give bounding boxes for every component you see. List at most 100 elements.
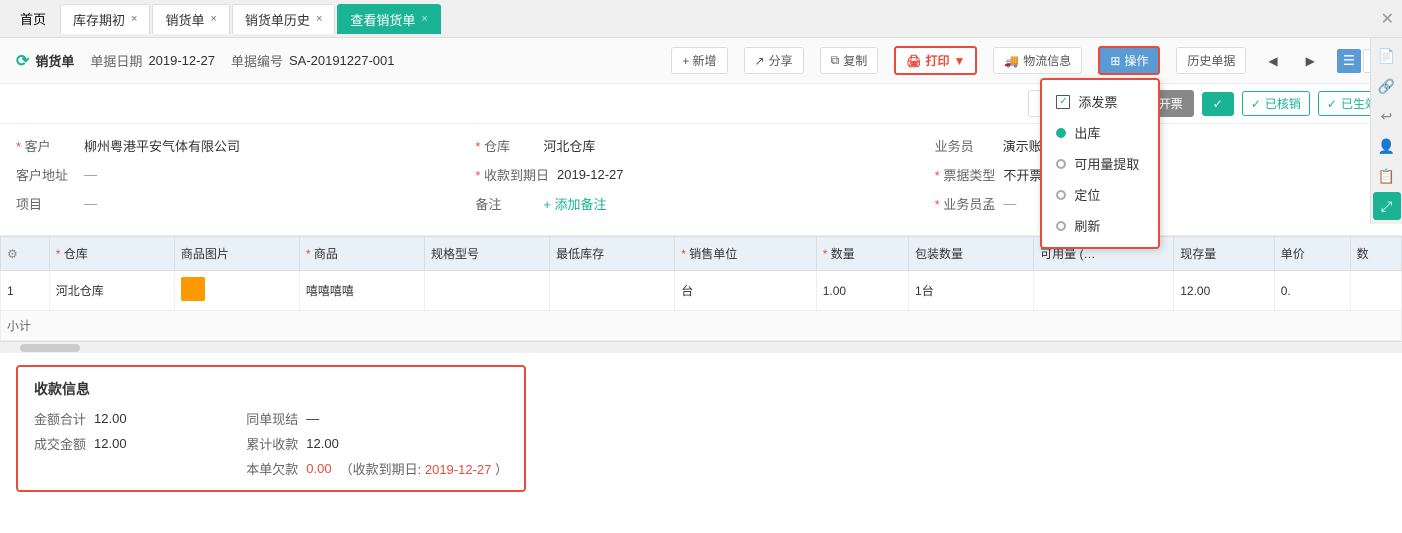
copy-button[interactable]: ⧉ 复制 bbox=[820, 47, 879, 74]
logistics-icon: 🚚 bbox=[1004, 54, 1019, 68]
cumulative-row: 累计收款 12.00 bbox=[246, 434, 508, 453]
radio-icon-selected bbox=[1056, 128, 1066, 138]
cumulative-label: 累计收款 bbox=[246, 434, 298, 453]
form-row-1: 客户 柳州粤港平安气体有限公司 仓库 河北仓库 业务员 演示账号 bbox=[16, 136, 1386, 155]
menu-item-locate[interactable]: 定位 bbox=[1042, 179, 1158, 210]
menu-item-available-qty[interactable]: 可用量提取 bbox=[1042, 148, 1158, 179]
cell-spec bbox=[425, 271, 550, 311]
product-image bbox=[181, 277, 205, 301]
col-qty: 数量 bbox=[816, 237, 908, 271]
customer-field: 客户 柳州粤港平安气体有限公司 bbox=[16, 136, 467, 155]
menu-item-refresh[interactable]: 刷新 bbox=[1042, 210, 1158, 241]
cell-unit: 台 bbox=[675, 271, 817, 311]
prev-button[interactable]: ◀ bbox=[1262, 50, 1283, 72]
payment-grid: 金额合计 12.00 同单现结 — 成交金额 12.00 累计收款 12.00 … bbox=[34, 409, 508, 478]
transaction-label: 成交金额 bbox=[34, 434, 86, 453]
owed-label: 本单欠款 bbox=[246, 459, 298, 478]
logistics-button[interactable]: 🚚 物流信息 bbox=[993, 47, 1082, 74]
ticket-field: 票据类型 不开票 bbox=[935, 165, 1386, 184]
close-icon[interactable]: × bbox=[210, 13, 216, 25]
form-section: 客户 柳州粤港平安气体有限公司 仓库 河北仓库 业务员 演示账号 客户地址 — … bbox=[0, 124, 1402, 235]
close-icon[interactable]: × bbox=[421, 13, 427, 25]
col-pkg-qty: 包装数量 bbox=[909, 237, 1034, 271]
cell-warehouse: 河北仓库 bbox=[49, 271, 174, 311]
total-label: 金额合计 bbox=[34, 409, 86, 428]
operations-menu: ✓ 添发票 出库 可用量提取 定位 刷新 bbox=[1040, 78, 1160, 249]
list-view-button[interactable]: ☰ bbox=[1337, 49, 1361, 73]
payment-title: 收款信息 bbox=[34, 379, 508, 399]
window-close-icon[interactable]: ✕ bbox=[1381, 9, 1394, 29]
check-button[interactable]: ✓ bbox=[1202, 92, 1234, 116]
document-title: ⟳ 销货单 bbox=[16, 51, 74, 71]
new-button[interactable]: + 新增 bbox=[671, 47, 727, 74]
close-icon[interactable]: × bbox=[316, 13, 322, 25]
radio-icon bbox=[1056, 221, 1066, 231]
sidebar-expand-icon[interactable]: ⤢ bbox=[1373, 192, 1401, 220]
staff-field: 业务员 演示账号 bbox=[935, 136, 1386, 155]
tab-home[interactable]: 首页 bbox=[8, 4, 58, 34]
same-order-value: — bbox=[306, 411, 319, 426]
cell-stock: 12.00 bbox=[1174, 271, 1274, 311]
owed-date: 2019-12-27 bbox=[425, 462, 492, 477]
cell-amount bbox=[1350, 271, 1401, 311]
payment-section: 收款信息 金额合计 12.00 同单现结 — 成交金额 12.00 累计收款 1… bbox=[16, 365, 526, 492]
tab-sales-order[interactable]: 销货单 × bbox=[152, 4, 229, 34]
history-button[interactable]: 历史单据 bbox=[1176, 47, 1246, 74]
radio-icon bbox=[1056, 159, 1066, 169]
tab-inventory[interactable]: 库存期初 × bbox=[60, 4, 150, 34]
gear-icon: ⚙ bbox=[7, 247, 18, 261]
col-gear: ⚙ bbox=[1, 237, 50, 271]
cell-image bbox=[174, 271, 299, 311]
warehouse-field: 仓库 河北仓库 bbox=[475, 136, 926, 155]
check-circle-icon: ✓ bbox=[1251, 97, 1261, 111]
cell-available bbox=[1034, 271, 1174, 311]
main-content: ⟳ 销货单 单据日期 2019-12-27 单据编号 SA-20191227-0… bbox=[0, 38, 1402, 533]
sidebar-list-icon[interactable]: 📋 bbox=[1373, 162, 1401, 190]
table-row: 1 河北仓库 嘻嘻嘻嘻 台 1.00 1台 12.00 0. bbox=[1, 271, 1402, 311]
document-header: ⟳ 销货单 单据日期 2019-12-27 单据编号 SA-20191227-0… bbox=[0, 38, 1402, 84]
col-product: 商品 bbox=[299, 237, 424, 271]
next-button[interactable]: ▶ bbox=[1300, 50, 1321, 72]
sidebar-user-icon[interactable]: 👤 bbox=[1373, 132, 1401, 160]
cell-index: 1 bbox=[1, 271, 50, 311]
form-row-3: 项目 — 备注 + 添加备注 业务员孟 — bbox=[16, 194, 1386, 213]
print-button[interactable]: 🖨 打印 ▼ bbox=[894, 46, 977, 75]
sidebar-link-icon[interactable]: 🔗 bbox=[1373, 72, 1401, 100]
print-chevron-icon: ▼ bbox=[953, 54, 965, 68]
operations-button[interactable]: ⊞ 操作 bbox=[1098, 46, 1160, 75]
check-circle-icon2: ✓ bbox=[1327, 97, 1337, 111]
operations-dropdown[interactable]: ⊞ 操作 ✓ 添发票 出库 可用量提取 bbox=[1098, 46, 1160, 75]
col-amount: 数 bbox=[1350, 237, 1401, 271]
transaction-row: 成交金额 12.00 bbox=[34, 434, 226, 453]
cell-qty: 1.00 bbox=[816, 271, 908, 311]
sales-order-icon: ⟳ bbox=[16, 51, 29, 71]
note-field: 备注 + 添加备注 bbox=[475, 194, 926, 213]
menu-item-outbound[interactable]: 出库 bbox=[1042, 117, 1158, 148]
form-row-2: 客户地址 — 收款到期日 2019-12-27 票据类型 不开票 bbox=[16, 165, 1386, 184]
share-icon: ↗ bbox=[755, 54, 765, 68]
sold-badge: ✓ 已核销 bbox=[1242, 91, 1310, 116]
tab-view-sales[interactable]: 查看销货单 × bbox=[337, 4, 440, 34]
sidebar-doc-icon[interactable]: 📄 bbox=[1373, 42, 1401, 70]
date-field: 单据日期 2019-12-27 bbox=[90, 51, 215, 70]
tab-sales-history[interactable]: 销货单历史 × bbox=[232, 4, 335, 34]
cumulative-value: 12.00 bbox=[306, 436, 339, 451]
payment-date-field: 收款到期日 2019-12-27 bbox=[475, 165, 926, 184]
operations-icon: ⊞ bbox=[1110, 54, 1120, 68]
col-unit: 销售单位 bbox=[675, 237, 817, 271]
close-icon[interactable]: × bbox=[131, 13, 137, 25]
sidebar-undo-icon[interactable]: ↩ bbox=[1373, 102, 1401, 130]
owed-row: 本单欠款 0.00 （收款到期日: 2019-12-27 ） bbox=[246, 459, 508, 478]
total-value: 12.00 bbox=[94, 411, 127, 426]
project-field: 项目 — bbox=[16, 194, 467, 213]
radio-icon bbox=[1056, 190, 1066, 200]
col-min-stock: 最低库存 bbox=[550, 237, 675, 271]
transaction-value: 12.00 bbox=[94, 436, 127, 451]
add-note-button[interactable]: + 添加备注 bbox=[543, 194, 606, 213]
col-price: 单价 bbox=[1274, 237, 1350, 271]
address-field: 客户地址 — bbox=[16, 165, 467, 184]
menu-item-add-invoice[interactable]: ✓ 添发票 bbox=[1042, 86, 1158, 117]
cell-min-stock bbox=[550, 271, 675, 311]
share-button[interactable]: ↗ 分享 bbox=[744, 47, 804, 74]
copy-icon: ⧉ bbox=[831, 53, 840, 68]
